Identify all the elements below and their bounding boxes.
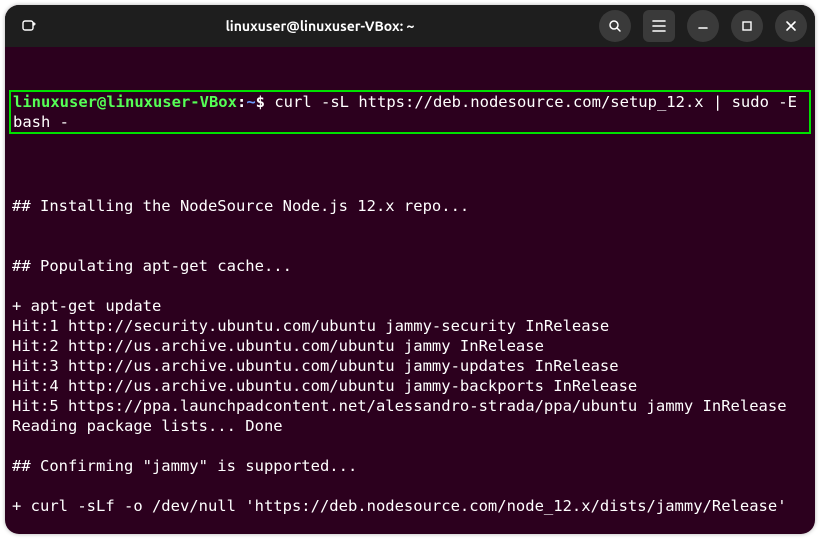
prompt-separator: : bbox=[237, 93, 246, 111]
new-tab-button[interactable] bbox=[13, 12, 45, 40]
titlebar: linuxuser@linuxuser-VBox: ~ bbox=[5, 5, 815, 47]
terminal-body[interactable]: linuxuser@linuxuser-VBox:~$ curl -sL htt… bbox=[5, 47, 815, 534]
terminal-output: ## Installing the NodeSource Node.js 12.… bbox=[8, 176, 812, 516]
minimize-icon bbox=[697, 20, 709, 32]
prompt-user-host: linuxuser@linuxuser-VBox bbox=[13, 93, 237, 111]
prompt-symbol: $ bbox=[256, 93, 265, 111]
window-title: linuxuser@linuxuser-VBox: ~ bbox=[53, 18, 587, 34]
search-button[interactable] bbox=[599, 10, 631, 42]
maximize-button[interactable] bbox=[731, 10, 763, 42]
close-button[interactable] bbox=[775, 10, 807, 42]
new-tab-icon bbox=[21, 18, 37, 34]
close-icon bbox=[785, 20, 797, 32]
terminal-window: linuxuser@linuxuser-VBox: ~ bbox=[5, 5, 815, 534]
hamburger-icon bbox=[652, 20, 666, 32]
prompt-path: ~ bbox=[246, 93, 255, 111]
search-icon bbox=[608, 19, 622, 33]
command-highlight: linuxuser@linuxuser-VBox:~$ curl -sL htt… bbox=[9, 90, 811, 134]
minimize-button[interactable] bbox=[687, 10, 719, 42]
menu-button[interactable] bbox=[643, 10, 675, 42]
maximize-icon bbox=[741, 20, 753, 32]
